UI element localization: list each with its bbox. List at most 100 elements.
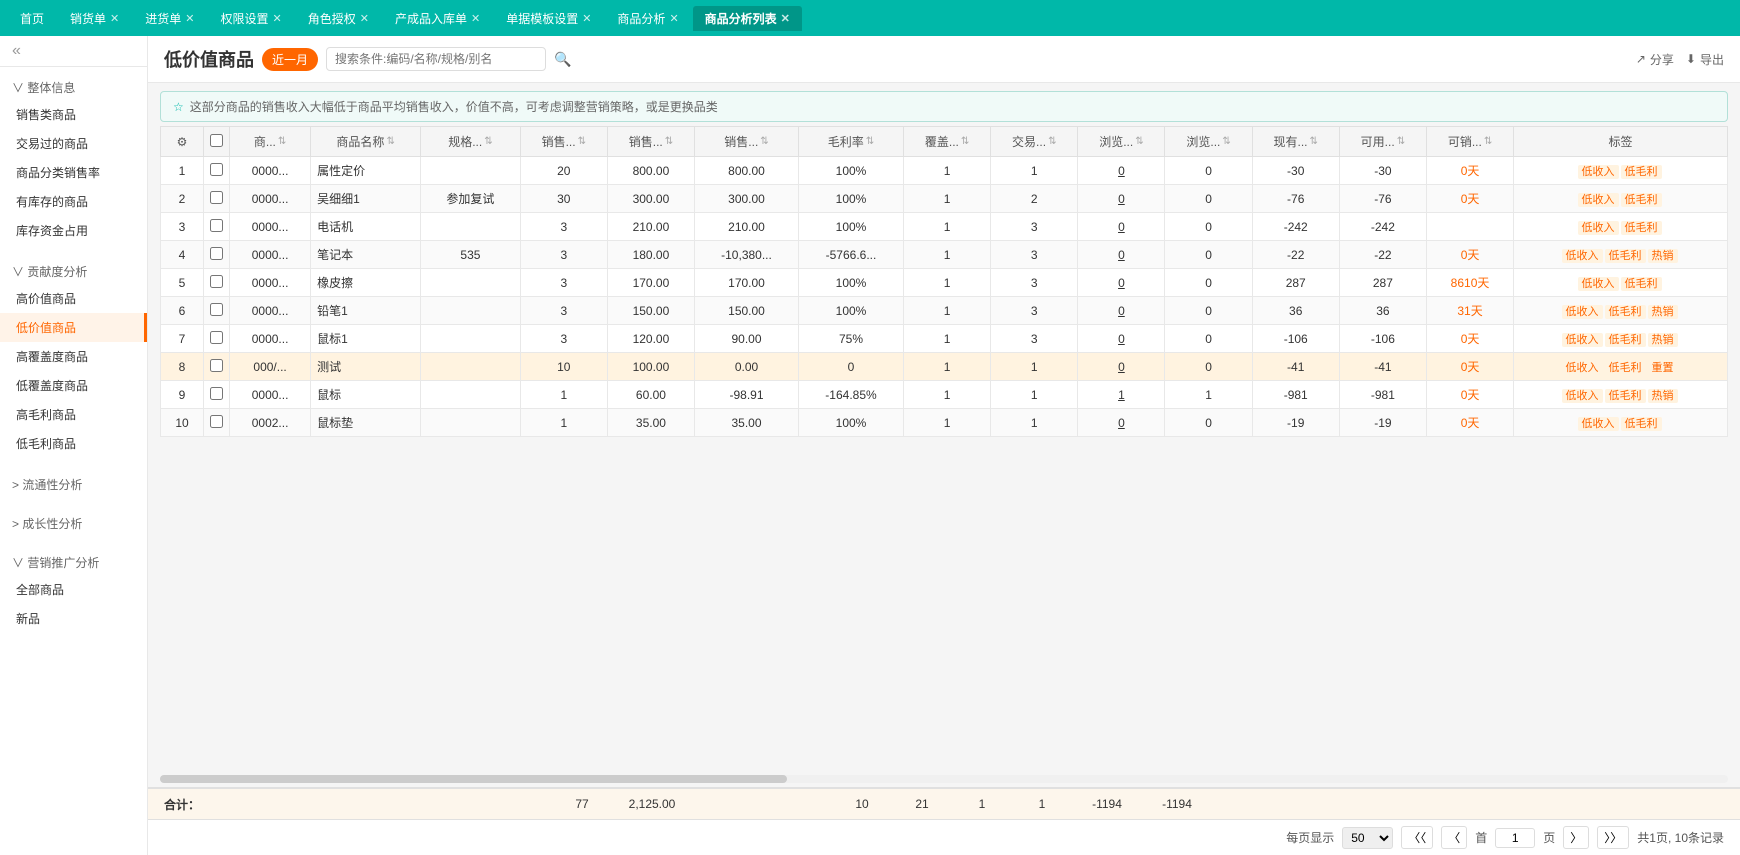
cell-view1[interactable]: 0 — [1078, 325, 1165, 353]
nav-close-icon[interactable]: ✕ — [582, 12, 591, 25]
cell-checkbox[interactable] — [204, 157, 230, 185]
nav-close-icon[interactable]: ✕ — [273, 12, 282, 25]
nav-close-icon[interactable]: ✕ — [360, 12, 369, 25]
cell-checkbox[interactable] — [204, 325, 230, 353]
prev-page-btn[interactable]: 〈 — [1441, 826, 1467, 849]
view1-link[interactable]: 0 — [1118, 304, 1125, 318]
view1-link[interactable]: 0 — [1118, 192, 1125, 206]
col-txn[interactable]: 交易... ⇅ — [991, 127, 1078, 157]
cell-view1[interactable]: 0 — [1078, 157, 1165, 185]
sidebar-item-low-margin[interactable]: 低毛利商品 — [0, 429, 147, 458]
col-view1[interactable]: 浏览... ⇅ — [1078, 127, 1165, 157]
share-btn[interactable]: ↗ 分享 — [1636, 51, 1674, 68]
cell-checkbox[interactable] — [204, 269, 230, 297]
nav-purchase[interactable]: 进货单 ✕ — [133, 6, 206, 31]
col-tags[interactable]: 标签 — [1514, 127, 1728, 157]
nav-close-icon[interactable]: ✕ — [471, 12, 480, 25]
cell-stock-avail: -19 — [1339, 409, 1426, 437]
page-size-select[interactable]: 50 100 200 — [1342, 827, 1393, 849]
cell-checkbox[interactable] — [204, 353, 230, 381]
table-container[interactable]: ⚙ 商... ⇅ 商品名称 ⇅ 规格... ⇅ 销售... ⇅ 销售... ⇅ … — [160, 126, 1728, 775]
nav-product-stock[interactable]: 产成品入库单 ✕ — [383, 6, 492, 31]
cell-view1[interactable]: 0 — [1078, 213, 1165, 241]
nav-role[interactable]: 角色授权 ✕ — [296, 6, 381, 31]
cell-view1[interactable]: 1 — [1078, 381, 1165, 409]
nav-home[interactable]: 首页 — [8, 6, 56, 31]
nav-close-icon[interactable]: ✕ — [110, 12, 119, 25]
sidebar-item-stock-capital[interactable]: 库存资金占用 — [0, 216, 147, 245]
nav-sales[interactable]: 销货单 ✕ — [58, 6, 131, 31]
scrollbar-thumb[interactable] — [160, 775, 787, 783]
cell-checkbox[interactable] — [204, 241, 230, 269]
sidebar-item-low-coverage[interactable]: 低覆盖度商品 — [0, 371, 147, 400]
sidebar-item-high-coverage[interactable]: 高覆盖度商品 — [0, 342, 147, 371]
search-btn[interactable]: 🔍 — [554, 51, 571, 68]
col-coverage[interactable]: 覆盖... ⇅ — [904, 127, 991, 157]
view1-link[interactable]: 1 — [1118, 388, 1125, 402]
last-page-btn[interactable]: 〉〉 — [1597, 826, 1629, 849]
col-sales-qty[interactable]: 销售... ⇅ — [520, 127, 607, 157]
cell-view1[interactable]: 0 — [1078, 409, 1165, 437]
col-stock-avail[interactable]: 可用... ⇅ — [1339, 127, 1426, 157]
cell-stock-avail: -41 — [1339, 353, 1426, 381]
sidebar-item-high-margin[interactable]: 高毛利商品 — [0, 400, 147, 429]
col-stock-cur[interactable]: 现有... ⇅ — [1252, 127, 1339, 157]
cell-view1[interactable]: 0 — [1078, 353, 1165, 381]
next-page-btn[interactable]: 〉 — [1563, 826, 1589, 849]
col-name[interactable]: 商品名称 ⇅ — [311, 127, 421, 157]
cell-checkbox[interactable] — [204, 297, 230, 325]
sidebar-item-stock-goods[interactable]: 有库存的商品 — [0, 187, 147, 216]
col-id[interactable]: 商... ⇅ — [230, 127, 311, 157]
table-row: 3 0000... 电话机 3 210.00 210.00 100% 1 3 0… — [161, 213, 1728, 241]
col-margin[interactable]: 毛利率 ⇅ — [798, 127, 903, 157]
horizontal-scrollbar[interactable] — [160, 775, 1728, 783]
export-btn[interactable]: ⬇ 导出 — [1686, 51, 1724, 68]
sidebar-item-high-value[interactable]: 高价值商品 — [0, 284, 147, 313]
col-sales-avg[interactable]: 销售... ⇅ — [695, 127, 799, 157]
col-sales-amt[interactable]: 销售... ⇅ — [607, 127, 694, 157]
sidebar-item-traded[interactable]: 交易过的商品 — [0, 129, 147, 158]
first-page-btn[interactable]: 〈〈 — [1401, 826, 1433, 849]
sidebar-item-low-value[interactable]: 低价值商品 — [0, 313, 147, 342]
nav-product-analysis[interactable]: 商品分析 ✕ — [605, 6, 690, 31]
nav-template[interactable]: 单据模板设置 ✕ — [494, 6, 603, 31]
sidebar-item-sales-goods[interactable]: 销售类商品 — [0, 100, 147, 129]
cell-view1[interactable]: 0 — [1078, 269, 1165, 297]
nav-close-icon[interactable]: ✕ — [669, 12, 678, 25]
select-all-checkbox[interactable] — [210, 134, 223, 147]
sidebar-group-title-circulation[interactable]: > 流通性分析 — [0, 470, 147, 497]
view1-link[interactable]: 0 — [1118, 360, 1125, 374]
view1-link[interactable]: 0 — [1118, 220, 1125, 234]
view1-link[interactable]: 0 — [1118, 332, 1125, 346]
nav-close-icon[interactable]: ✕ — [781, 12, 790, 25]
cell-checkbox[interactable] — [204, 185, 230, 213]
cell-view1[interactable]: 0 — [1078, 297, 1165, 325]
sidebar-collapse-btn[interactable]: « — [8, 42, 25, 60]
sidebar-item-new-goods[interactable]: 新品 — [0, 604, 147, 633]
nav-product-analysis-list[interactable]: 商品分析列表 ✕ — [693, 6, 802, 31]
cell-view1[interactable]: 0 — [1078, 185, 1165, 213]
cell-sales-avg: 300.00 — [695, 185, 799, 213]
sidebar-item-category-rate[interactable]: 商品分类销售率 — [0, 158, 147, 187]
view1-link[interactable]: 0 — [1118, 416, 1125, 430]
nav-close-icon[interactable]: ✕ — [185, 12, 194, 25]
view1-link[interactable]: 0 — [1118, 276, 1125, 290]
time-filter-btn[interactable]: 近一月 — [262, 48, 318, 71]
cell-view1[interactable]: 0 — [1078, 241, 1165, 269]
col-settings[interactable]: ⚙ — [161, 127, 204, 157]
col-spec[interactable]: 规格... ⇅ — [421, 127, 521, 157]
view1-link[interactable]: 0 — [1118, 248, 1125, 262]
col-view2[interactable]: 浏览... ⇅ — [1165, 127, 1252, 157]
cell-checkbox[interactable] — [204, 381, 230, 409]
search-input[interactable] — [326, 47, 546, 71]
sidebar-item-all-goods[interactable]: 全部商品 — [0, 575, 147, 604]
col-checkbox[interactable] — [204, 127, 230, 157]
page-number-input[interactable] — [1495, 828, 1535, 848]
cell-checkbox[interactable] — [204, 213, 230, 241]
cell-sales-amt: 100.00 — [607, 353, 694, 381]
cell-checkbox[interactable] — [204, 409, 230, 437]
nav-permission[interactable]: 权限设置 ✕ — [208, 6, 293, 31]
sidebar-group-title-growth[interactable]: > 成长性分析 — [0, 509, 147, 536]
view1-link[interactable]: 0 — [1118, 164, 1125, 178]
col-stock-sale[interactable]: 可销... ⇅ — [1426, 127, 1513, 157]
